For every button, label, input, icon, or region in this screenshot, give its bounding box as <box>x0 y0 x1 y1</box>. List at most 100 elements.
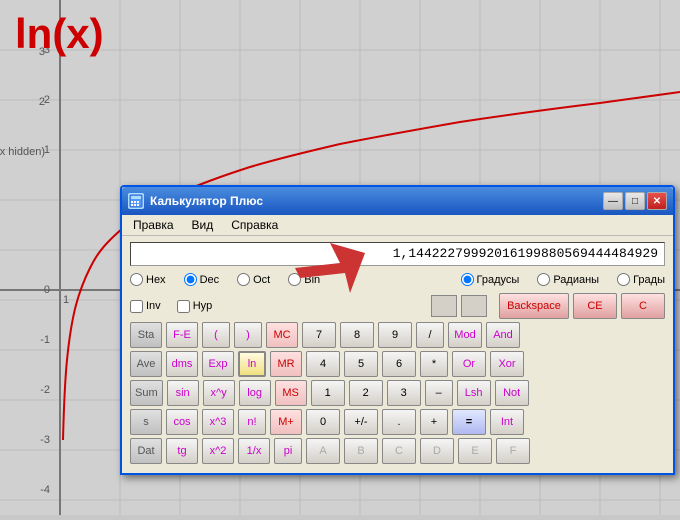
radio-bin-input[interactable] <box>288 273 301 286</box>
svg-text:-2: -2 <box>40 384 50 396</box>
btn-xy[interactable]: x^y <box>203 380 235 406</box>
btn-log[interactable]: log <box>239 380 271 406</box>
btn-d[interactable]: D <box>420 438 454 464</box>
spacer-boxes <box>431 295 487 317</box>
btn-sta[interactable]: Sta <box>130 322 162 348</box>
display: 1,14422279992016199880569444484929 <box>130 242 665 266</box>
radio-row: Hex Dec Oct Bin Градусы Радианы Грады <box>122 270 673 289</box>
btn-mc[interactable]: MC <box>266 322 298 348</box>
btn-dot[interactable]: . <box>382 409 416 435</box>
c-button[interactable]: C <box>621 293 665 319</box>
btn-not[interactable]: Not <box>495 380 529 406</box>
btn-mod[interactable]: Mod <box>448 322 482 348</box>
btn-6[interactable]: 6 <box>382 351 416 377</box>
btn-cos[interactable]: cos <box>166 409 198 435</box>
btn-c-hex[interactable]: C <box>382 438 416 464</box>
btn-sub[interactable]: – <box>425 380 453 406</box>
btn-mr[interactable]: MR <box>270 351 302 377</box>
svg-text:1 (approx hidden): 1 (approx hidden) <box>0 146 45 158</box>
calculator-window: Калькулятор Плюс — □ ✕ Правка Вид Справк… <box>120 185 675 475</box>
btn-add[interactable]: + <box>420 409 448 435</box>
menu-pravka[interactable]: Правка <box>130 217 177 233</box>
radio-radian: Радианы <box>537 273 599 286</box>
radio-radian-input[interactable] <box>537 273 550 286</box>
btn-and[interactable]: And <box>486 322 520 348</box>
btn-b[interactable]: B <box>344 438 378 464</box>
maximize-button[interactable]: □ <box>625 192 645 210</box>
title-bar: Калькулятор Плюс — □ ✕ <box>122 187 673 215</box>
btn-8[interactable]: 8 <box>340 322 374 348</box>
btn-close-paren[interactable]: ) <box>234 322 262 348</box>
btn-dms[interactable]: dms <box>166 351 198 377</box>
btn-ln[interactable]: ln <box>238 351 266 377</box>
btn-exp[interactable]: Exp <box>202 351 234 377</box>
radio-radian-label: Радианы <box>553 274 599 286</box>
inv-label: Inv <box>146 300 161 312</box>
btn-4[interactable]: 4 <box>306 351 340 377</box>
backspace-button[interactable]: Backspace <box>499 293 569 319</box>
radio-grad-label: Грады <box>633 274 665 286</box>
btn-ms[interactable]: MS <box>275 380 307 406</box>
close-button[interactable]: ✕ <box>647 192 667 210</box>
btn-1[interactable]: 1 <box>311 380 345 406</box>
inv-checkbox[interactable] <box>130 300 143 313</box>
radio-grad-input[interactable] <box>617 273 630 286</box>
btn-div[interactable]: / <box>416 322 444 348</box>
title-bar-buttons: — □ ✕ <box>603 192 667 210</box>
btn-mplus[interactable]: M+ <box>270 409 302 435</box>
hyp-checkbox-group: Hyp <box>177 300 213 313</box>
btn-dat[interactable]: Dat <box>130 438 162 464</box>
btn-5[interactable]: 5 <box>344 351 378 377</box>
btn-xor[interactable]: Xor <box>490 351 524 377</box>
btn-mul[interactable]: * <box>420 351 448 377</box>
btn-equals[interactable]: = <box>452 409 486 435</box>
btn-open-paren[interactable]: ( <box>202 322 230 348</box>
btn-nfact[interactable]: n! <box>238 409 266 435</box>
minimize-button[interactable]: — <box>603 192 623 210</box>
radio-dec-input[interactable] <box>184 273 197 286</box>
radio-dec-label: Dec <box>200 274 220 286</box>
btn-a[interactable]: A <box>306 438 340 464</box>
calculator-icon <box>128 193 144 209</box>
radio-hex-input[interactable] <box>130 273 143 286</box>
hyp-checkbox[interactable] <box>177 300 190 313</box>
btn-e[interactable]: E <box>458 438 492 464</box>
btn-sum[interactable]: Sum <box>130 380 163 406</box>
btn-2[interactable]: 2 <box>349 380 383 406</box>
btn-0[interactable]: 0 <box>306 409 340 435</box>
btn-ave[interactable]: Ave <box>130 351 162 377</box>
radio-oct-label: Oct <box>253 274 270 286</box>
btn-9[interactable]: 9 <box>378 322 412 348</box>
btn-lsh[interactable]: Lsh <box>457 380 491 406</box>
inv-checkbox-group: Inv <box>130 300 161 313</box>
svg-text:-3: -3 <box>40 434 50 446</box>
btn-x3[interactable]: x^3 <box>202 409 234 435</box>
btn-3[interactable]: 3 <box>387 380 421 406</box>
ce-button[interactable]: CE <box>573 293 617 319</box>
btn-plusminus[interactable]: +/- <box>344 409 378 435</box>
btn-f[interactable]: F <box>496 438 530 464</box>
btn-tg[interactable]: tg <box>166 438 198 464</box>
menu-vid[interactable]: Вид <box>189 217 217 233</box>
checkbox-row: Inv Hyp Backspace CE C <box>130 293 665 319</box>
btn-s[interactable]: s <box>130 409 162 435</box>
svg-text:2: 2 <box>44 94 50 106</box>
svg-text:1: 1 <box>63 294 69 306</box>
calc-row-2: Ave dms Exp ln MR 4 5 6 * Or Xor <box>130 351 665 377</box>
window-title: Калькулятор Плюс <box>150 194 263 208</box>
radio-oct-input[interactable] <box>237 273 250 286</box>
btn-1x[interactable]: 1/x <box>238 438 270 464</box>
radio-gradus-input[interactable] <box>461 273 474 286</box>
btn-or[interactable]: Or <box>452 351 486 377</box>
calc-row-5: Dat tg x^2 1/x pi A B C D E F <box>130 438 665 464</box>
radio-grad: Грады <box>617 273 665 286</box>
small-box-1 <box>431 295 457 317</box>
svg-text:-4: -4 <box>40 484 50 496</box>
btn-x2[interactable]: x^2 <box>202 438 234 464</box>
menu-spravka[interactable]: Справка <box>228 217 281 233</box>
btn-fe[interactable]: F-E <box>166 322 198 348</box>
btn-sin[interactable]: sin <box>167 380 199 406</box>
btn-int[interactable]: Int <box>490 409 524 435</box>
btn-pi[interactable]: pi <box>274 438 302 464</box>
btn-7[interactable]: 7 <box>302 322 336 348</box>
